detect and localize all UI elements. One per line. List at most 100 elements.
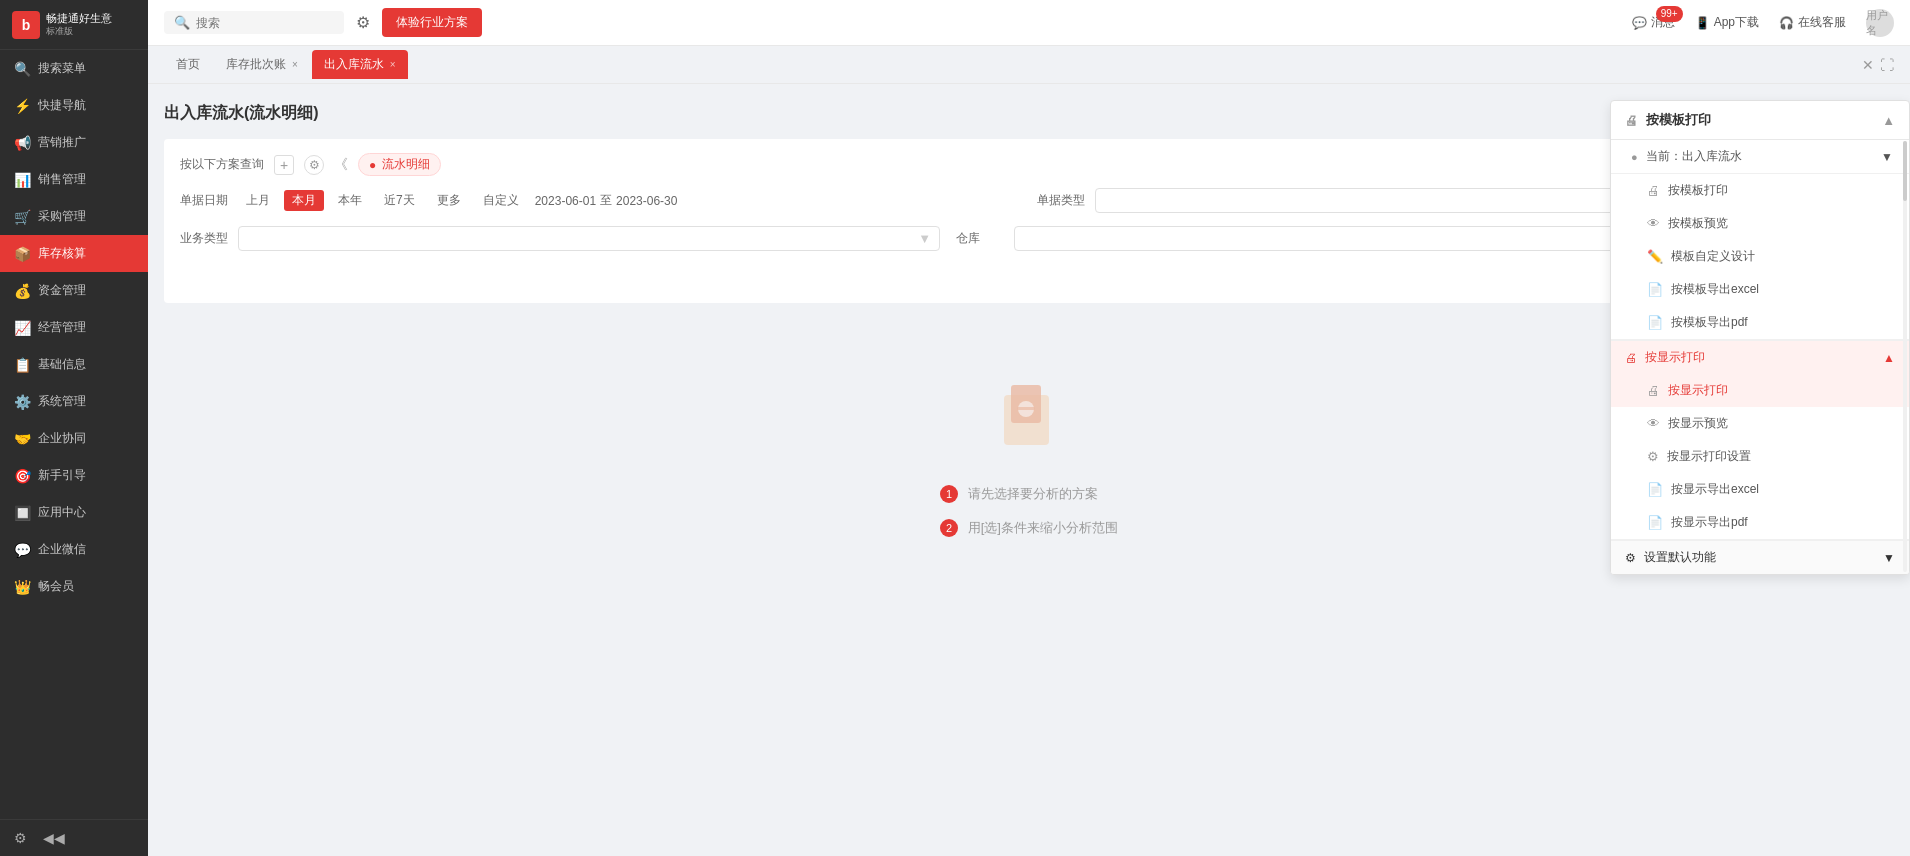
sidebar-item-sales[interactable]: 📊销售管理 [0, 161, 148, 198]
sidebar-label-app-center: 应用中心 [38, 504, 86, 521]
sidebar-item-operations[interactable]: 📈经营管理 [0, 309, 148, 346]
icon-display-print: 🖨 [1647, 383, 1660, 398]
sidebar-item-guide[interactable]: 🎯新手引导 [0, 457, 148, 494]
sidebar-item-enterprise[interactable]: 🤝企业协同 [0, 420, 148, 457]
settings-icon[interactable]: ⚙ [14, 830, 27, 846]
filter-label: 按以下方案查询 [180, 156, 264, 173]
date-option-近7天[interactable]: 近7天 [376, 190, 423, 211]
business-type-input[interactable]: ▼ [238, 226, 940, 251]
messages-btn[interactable]: 💬 消息 99+ [1632, 14, 1675, 31]
date-option-本月[interactable]: 本月 [284, 190, 324, 211]
tag-label: 流水明细 [382, 156, 430, 173]
warehouse-label: 仓库 [956, 230, 1006, 247]
tab-label-in-out-flow: 出入库流水 [324, 56, 384, 73]
app-name: 畅捷通好生意 [46, 11, 112, 25]
sidebar-item-wechat[interactable]: 💬企业微信 [0, 531, 148, 568]
display-section-chevron[interactable]: ▲ [1883, 351, 1895, 365]
dropdown-current-item[interactable]: ● 当前：出入库流水 ▼ [1611, 140, 1909, 173]
date-filter-field: 单据日期 上月本月本年近7天更多自定义 2023-06-01 至 2023-06… [180, 190, 1021, 211]
dropdown-header: 🖨 按模板打印 ▲ [1611, 101, 1909, 140]
display-section-header[interactable]: 🖨 按显示打印 ▲ [1611, 340, 1909, 374]
tab-close-in-out-flow[interactable]: × [390, 59, 396, 70]
search-box[interactable]: 🔍 [164, 11, 344, 34]
message-icon: 💬 [1632, 16, 1647, 30]
sidebar-label-sales: 销售管理 [38, 171, 86, 188]
dropdown-item-template-custom[interactable]: ✏️模板自定义设计 [1611, 240, 1909, 273]
sidebar-label-guide: 新手引导 [38, 467, 86, 484]
dropdown-panel: 🖨 按模板打印 ▲ ● 当前：出入库流水 ▼ 🖨按模板打印👁按模板预览✏️模板自… [1610, 100, 1910, 575]
dropdown-item-template-preview[interactable]: 👁按模板预览 [1611, 207, 1909, 240]
sidebar-item-app-center[interactable]: 🔲应用中心 [0, 494, 148, 531]
sidebar-label-search: 搜索菜单 [38, 60, 86, 77]
app-download-btn[interactable]: 📱 App下载 [1695, 14, 1759, 31]
sidebar-icon-marketing: 📢 [14, 135, 30, 151]
tab-in-out-flow[interactable]: 出入库流水 × [312, 50, 408, 79]
sidebar-item-basic-info[interactable]: 📋基础信息 [0, 346, 148, 383]
dropdown-display-item-display-preview[interactable]: 👁按显示预览 [1611, 407, 1909, 440]
close-window-icon[interactable]: ✕ [1862, 57, 1874, 73]
topbar: 🔍 ⚙ 体验行业方案 💬 消息 99+ 📱 App下载 🎧 在线客服 用户名 [148, 0, 1910, 46]
current-label-icon: ● [1631, 151, 1638, 163]
avatar[interactable]: 用户名 [1866, 9, 1894, 37]
filter-settings-button[interactable]: ⚙ [304, 155, 324, 175]
date-option-本年[interactable]: 本年 [330, 190, 370, 211]
sidebar-item-vip[interactable]: 👑畅会员 [0, 568, 148, 605]
settings-gear-icon[interactable]: ⚙ [356, 13, 370, 32]
display-section-icon: 🖨 [1625, 351, 1637, 365]
customer-service-btn[interactable]: 🎧 在线客服 [1779, 14, 1846, 31]
date-option-上月[interactable]: 上月 [238, 190, 278, 211]
sidebar-icon-system: ⚙️ [14, 394, 30, 410]
user-name: 用户名 [1866, 8, 1894, 38]
dropdown-item-template-print[interactable]: 🖨按模板打印 [1611, 174, 1909, 207]
sidebar-item-inventory[interactable]: 📦库存核算 [0, 235, 148, 272]
sidebar-label-finance: 资金管理 [38, 282, 86, 299]
empty-illustration [989, 375, 1069, 469]
dropdown-display-item-display-export-pdf[interactable]: 📄按显示导出pdf [1611, 506, 1909, 539]
sidebar-item-marketing[interactable]: 📢营销推广 [0, 124, 148, 161]
label-template-print: 按模板打印 [1668, 182, 1728, 199]
tab-batch-account[interactable]: 库存批次账 × [214, 50, 310, 79]
sidebar-nav: 🔍搜索菜单⚡快捷导航📢营销推广📊销售管理🛒采购管理📦库存核算💰资金管理📈经营管理… [0, 50, 148, 819]
sidebar-item-system[interactable]: ⚙️系统管理 [0, 383, 148, 420]
label-template-preview: 按模板预览 [1668, 215, 1728, 232]
label-template-export-excel: 按模板导出excel [1671, 281, 1759, 298]
tab-close-batch-account[interactable]: × [292, 59, 298, 70]
date-option-更多[interactable]: 更多 [429, 190, 469, 211]
date-label: 单据日期 [180, 192, 230, 209]
sidebar-item-quick-nav[interactable]: ⚡快捷导航 [0, 87, 148, 124]
tabbar-right: ✕ ⛶ [1862, 57, 1894, 73]
tab-label-batch-account: 库存批次账 [226, 56, 286, 73]
sidebar-label-purchase: 采购管理 [38, 208, 86, 225]
dropdown-display-item-display-print-settings[interactable]: ⚙按显示打印设置 [1611, 440, 1909, 473]
sidebar-label-vip: 畅会员 [38, 578, 74, 595]
sidebar-item-finance[interactable]: 💰资金管理 [0, 272, 148, 309]
dropdown-display-item-display-export-excel[interactable]: 📄按显示导出excel [1611, 473, 1909, 506]
date-option-自定义[interactable]: 自定义 [475, 190, 527, 211]
search-input[interactable] [196, 16, 334, 30]
default-section-chevron[interactable]: ▼ [1883, 551, 1895, 565]
expand-icon[interactable]: ⛶ [1880, 57, 1894, 73]
business-type-dropdown-icon[interactable]: ▼ [918, 231, 931, 246]
trial-button[interactable]: 体验行业方案 [382, 8, 482, 37]
dropdown-item-template-export-excel[interactable]: 📄按模板导出excel [1611, 273, 1909, 306]
dropdown-item-template-export-pdf[interactable]: 📄 按模板导出pdf [1611, 306, 1909, 339]
label-template-export-pdf: 按模板导出pdf [1671, 314, 1748, 331]
dropdown-title: 按模板打印 [1646, 111, 1711, 129]
page-title: 出入库流水(流水明细) [164, 103, 319, 124]
filter-add-button[interactable]: + [274, 155, 294, 175]
business-type-text-input[interactable] [247, 232, 918, 246]
default-section-header[interactable]: ⚙ 设置默认功能 ▼ [1611, 540, 1909, 574]
dropdown-close-icon[interactable]: ▲ [1882, 113, 1895, 128]
filter-collapse-icon[interactable]: 《 [334, 156, 348, 174]
collapse-icon[interactable]: ◀◀ [43, 830, 65, 846]
sidebar: b 畅捷通好生意 标准版 🔍搜索菜单⚡快捷导航📢营销推广📊销售管理🛒采购管理📦库… [0, 0, 148, 856]
icon-template-export-pdf: 📄 [1647, 315, 1663, 330]
headset-icon: 🎧 [1779, 16, 1794, 30]
dropdown-display-item-display-print[interactable]: 🖨按显示打印 [1611, 374, 1909, 407]
tab-home[interactable]: 首页 [164, 50, 212, 79]
sidebar-item-purchase[interactable]: 🛒采购管理 [0, 198, 148, 235]
warehouse-text-input[interactable] [1023, 232, 1696, 246]
business-type-label: 业务类型 [180, 230, 230, 247]
sidebar-item-search[interactable]: 🔍搜索菜单 [0, 50, 148, 87]
sidebar-label-enterprise: 企业协同 [38, 430, 86, 447]
